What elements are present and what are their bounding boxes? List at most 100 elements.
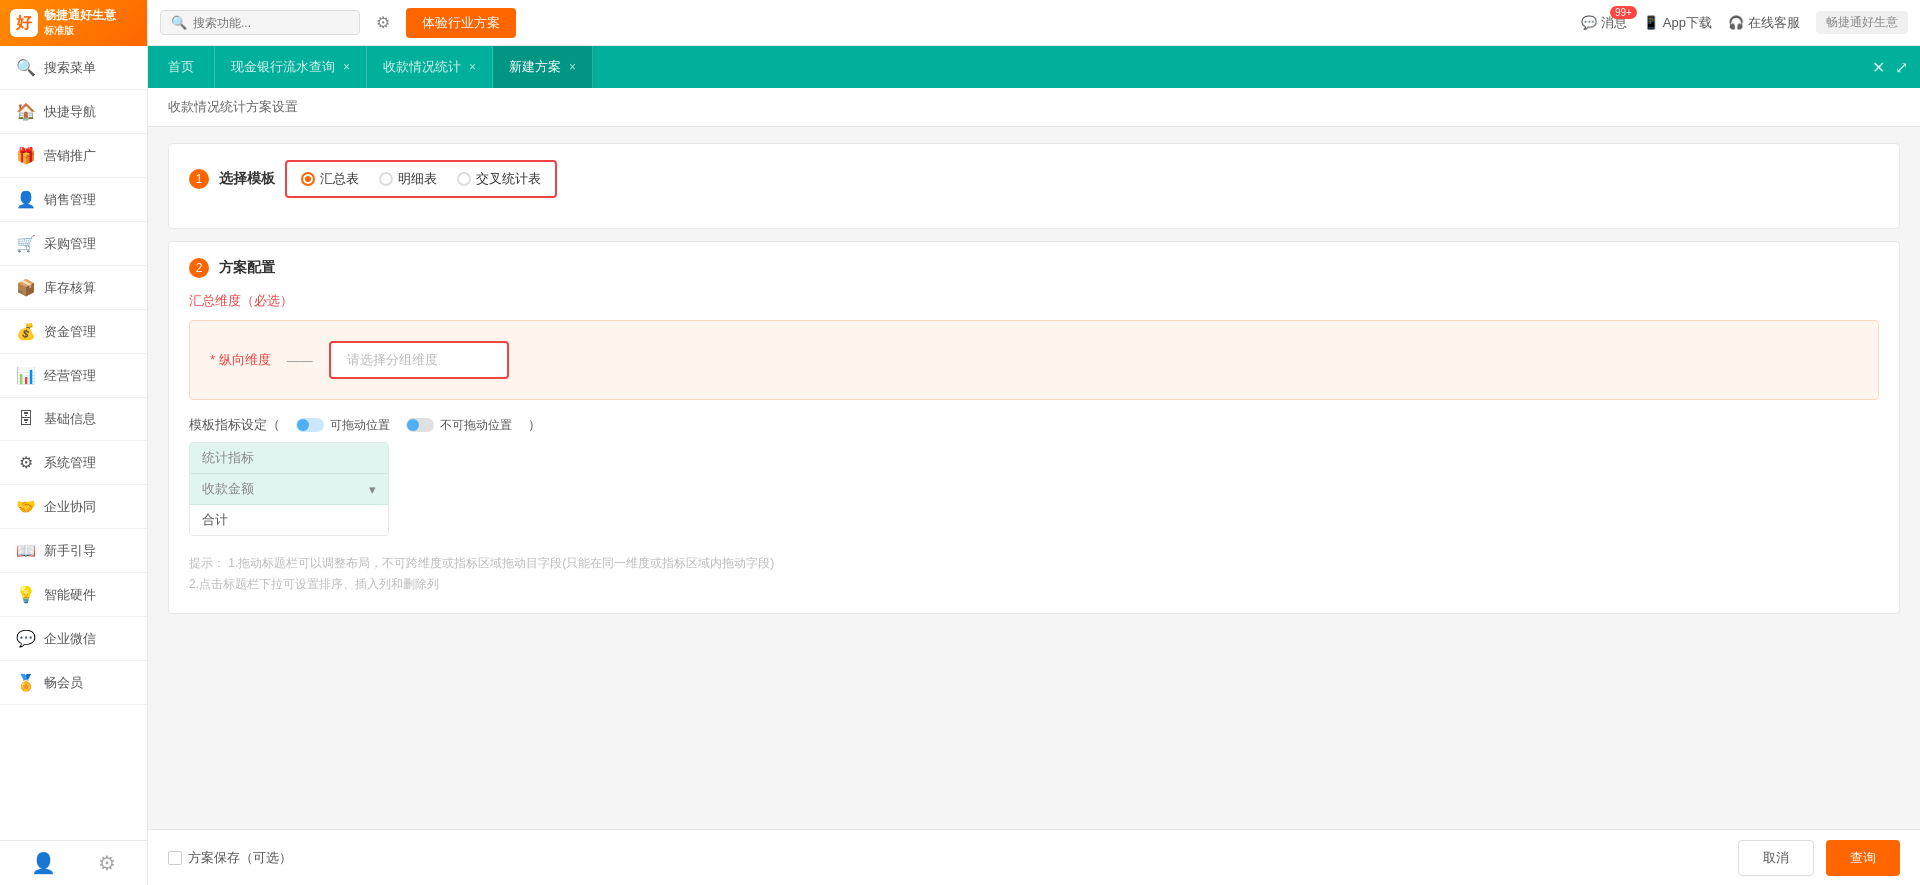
settings-icon[interactable]: ⚙: [376, 13, 390, 32]
radio-detail-circle: [379, 172, 393, 186]
sidebar-item-label: 资金管理: [44, 323, 96, 341]
sidebar-item-guide[interactable]: 📖 新手引导: [0, 529, 147, 573]
indicator-section: 模板指标设定（ 可拖动位置 不可拖动位置 ） 统计指标: [189, 416, 1879, 539]
money-icon: 💰: [16, 322, 36, 341]
sidebar: 好 畅捷通好生意 标准版 🔍 搜索菜单 🏠 快捷导航 🎁 营销推广 👤 销售管理…: [0, 0, 148, 885]
expand-icon[interactable]: ⤢: [1895, 58, 1908, 77]
tab-home-label: 首页: [168, 58, 194, 76]
sidebar-item-inventory[interactable]: 📦 库存核算: [0, 266, 147, 310]
radio-cross[interactable]: 交叉统计表: [457, 170, 541, 188]
sidebar-item-label: 销售管理: [44, 191, 96, 209]
user-icon: 👤: [16, 190, 36, 209]
box-icon: 📦: [16, 278, 36, 297]
search-icon: 🔍: [16, 58, 36, 77]
sidebar-item-label: 基础信息: [44, 410, 96, 428]
search-input[interactable]: [193, 16, 343, 30]
sidebar-item-label: 畅会员: [44, 674, 83, 692]
step2-label: 2 方案配置: [189, 258, 1879, 278]
database-icon: 🗄: [16, 410, 36, 428]
close-icon[interactable]: ✕: [1872, 58, 1885, 77]
logo-text: 畅捷通好生意: [44, 8, 116, 24]
message-badge[interactable]: 💬 消息 99+: [1581, 14, 1627, 32]
indicator-grid-header: 统计指标: [190, 443, 388, 474]
sidebar-bottom-icon2[interactable]: ⚙: [98, 851, 116, 875]
tab-new-plan[interactable]: 新建方案 ×: [493, 46, 593, 88]
toggle-draggable[interactable]: 可拖动位置: [296, 417, 390, 434]
sidebar-item-label: 经营管理: [44, 367, 96, 385]
indicator-col-label: 收款金额: [202, 480, 254, 498]
chat-icon: 💬: [16, 629, 36, 648]
sidebar-item-purchase[interactable]: 🛒 采购管理: [0, 222, 147, 266]
indicator-grid: 统计指标 收款金额 ▾ 合计: [189, 442, 389, 536]
dimension-label-text: 汇总维度（必选）: [189, 293, 293, 308]
tab-collection[interactable]: 收款情况统计 ×: [367, 46, 493, 88]
dimension-select[interactable]: 请选择分组维度: [329, 341, 509, 379]
topbar-right: 💬 消息 99+ 📱 App下载 🎧 在线客服 畅捷通好生意: [1581, 11, 1908, 34]
query-button[interactable]: 查询: [1826, 840, 1900, 876]
sidebar-item-hardware[interactable]: 💡 智能硬件: [0, 573, 147, 617]
save-checkbox[interactable]: [168, 851, 182, 865]
sidebar-logo: 好 畅捷通好生意 标准版: [0, 0, 147, 46]
sidebar-item-nav[interactable]: 🏠 快捷导航: [0, 90, 147, 134]
tab-cashflow-close[interactable]: ×: [343, 60, 350, 74]
search-box[interactable]: 🔍: [160, 10, 360, 35]
sidebar-item-label: 采购管理: [44, 235, 96, 253]
page-breadcrumb: 收款情况统计方案设置: [148, 88, 1920, 127]
sidebar-item-system[interactable]: ⚙ 系统管理: [0, 441, 147, 485]
footer-buttons: 取消 查询: [1718, 840, 1920, 876]
dimension-row: * 纵向维度 —— 请选择分组维度: [210, 341, 1858, 379]
radio-cross-circle: [457, 172, 471, 186]
sidebar-item-label: 新手引导: [44, 542, 96, 560]
sidebar-item-member[interactable]: 🏅 畅会员: [0, 661, 147, 705]
indicator-title: 模板指标设定（: [189, 416, 280, 434]
sidebar-item-sales[interactable]: 👤 销售管理: [0, 178, 147, 222]
service-badge[interactable]: 🎧 在线客服: [1728, 14, 1800, 32]
dimension-label: 汇总维度（必选）: [189, 292, 1879, 310]
dimension-area: * 纵向维度 —— 请选择分组维度: [189, 320, 1879, 400]
save-option: 方案保存（可选）: [148, 849, 1718, 867]
sidebar-item-wechat[interactable]: 💬 企业微信: [0, 617, 147, 661]
indicator-grid-row: 合计: [190, 505, 388, 535]
sidebar-bottom: 👤 ⚙: [0, 840, 147, 885]
sidebar-item-operations[interactable]: 📊 经营管理: [0, 354, 147, 398]
radio-detail[interactable]: 明细表: [379, 170, 437, 188]
sidebar-item-label: 系统管理: [44, 454, 96, 472]
sidebar-bottom-icon1[interactable]: 👤: [31, 851, 56, 875]
trial-button[interactable]: 体验行业方案: [406, 8, 516, 38]
chart-icon: 📊: [16, 366, 36, 385]
tabbar: 首页 现金银行流水查询 × 收款情况统计 × 新建方案 × ✕ ⤢: [148, 46, 1920, 88]
template-section: 1 选择模板 汇总表 明细表 交叉统计表: [168, 143, 1900, 229]
sidebar-item-coop[interactable]: 🤝 企业协同: [0, 485, 147, 529]
sidebar-item-basic[interactable]: 🗄 基础信息: [0, 398, 147, 441]
user-name: 畅捷通好生意: [1826, 15, 1898, 29]
download-icon: 📱: [1643, 15, 1659, 30]
logo-sub: 标准版: [44, 24, 116, 38]
sidebar-item-finance[interactable]: 💰 资金管理: [0, 310, 147, 354]
tab-new-plan-label: 新建方案: [509, 58, 561, 76]
page-footer: 方案保存（可选） 取消 查询: [148, 829, 1920, 885]
sidebar-item-search[interactable]: 🔍 搜索菜单: [0, 46, 147, 90]
step2-title: 方案配置: [219, 259, 275, 277]
toggle-draggable-box[interactable]: [296, 418, 324, 432]
tabbar-actions: ✕ ⤢: [1872, 58, 1920, 77]
medal-icon: 🏅: [16, 673, 36, 692]
book-icon: 📖: [16, 541, 36, 560]
indicator-col-dropdown[interactable]: ▾: [369, 482, 376, 497]
tab-collection-close[interactable]: ×: [469, 60, 476, 74]
radio-summary-circle: [301, 172, 315, 186]
tab-cashflow[interactable]: 现金银行流水查询 ×: [215, 46, 367, 88]
dimension-placeholder: 请选择分组维度: [347, 352, 438, 367]
download-badge[interactable]: 📱 App下载: [1643, 14, 1712, 32]
step1-title: 选择模板: [219, 170, 275, 188]
tab-collection-label: 收款情况统计: [383, 58, 461, 76]
indicator-col-header[interactable]: 收款金额 ▾: [190, 474, 388, 505]
radio-summary[interactable]: 汇总表: [301, 170, 359, 188]
cancel-button[interactable]: 取消: [1738, 840, 1814, 876]
step2-num: 2: [189, 258, 209, 278]
sidebar-item-marketing[interactable]: 🎁 营销推广: [0, 134, 147, 178]
config-section: 2 方案配置 汇总维度（必选） * 纵向维度 —— 请选择分组维度: [168, 241, 1900, 614]
tab-home[interactable]: 首页: [148, 46, 215, 88]
toggle-fixed: 不可拖动位置: [406, 417, 512, 434]
gift-icon: 🎁: [16, 146, 36, 165]
tab-new-plan-close[interactable]: ×: [569, 60, 576, 74]
